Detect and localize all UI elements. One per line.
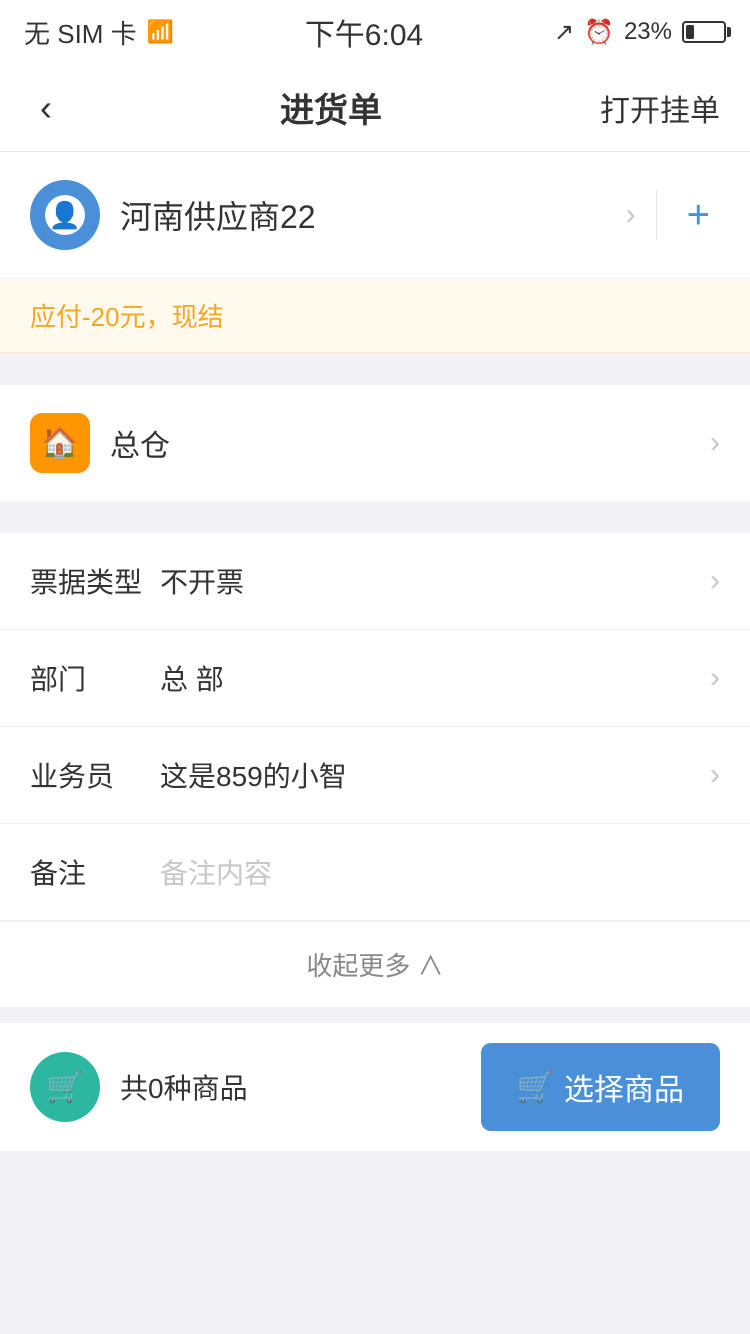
add-button[interactable]: + [677, 193, 720, 238]
dept-label: 部门 [30, 658, 160, 698]
notice-text: 应付-20元，现结 [30, 302, 224, 332]
nav-bar: ‹ 进货单 打开挂单 [0, 64, 750, 152]
form-card: 票据类型 不开票 › 部门 总 部 › 业务员 这是859的小智 › 备注 备注… [0, 533, 750, 1007]
product-icon-wrap: 🛒 [30, 1052, 100, 1122]
wifi-icon: 📶 [147, 19, 174, 45]
invoice-label: 票据类型 [30, 561, 160, 601]
warehouse-chevron-icon: › [710, 426, 720, 460]
remark-input[interactable]: 备注内容 [160, 852, 720, 892]
supplier-card: 👤 河南供应商22 › + 应付-20元，现结 [0, 152, 750, 353]
supplier-name: 河南供应商22 [120, 192, 626, 238]
house-icon: 🏠 [41, 426, 78, 461]
status-bar: 无 SIM 卡 📶 下午6:04 ↗ ⏰ 23% [0, 0, 750, 64]
content: 👤 河南供应商22 › + 应付-20元，现结 🏠 总仓 › [0, 152, 750, 1151]
remark-row[interactable]: 备注 备注内容 [0, 824, 750, 921]
avatar-inner: 👤 [45, 195, 85, 235]
warehouse-card[interactable]: 🏠 总仓 › [0, 385, 750, 501]
page-title: 进货单 [280, 83, 382, 132]
status-left: 无 SIM 卡 📶 [24, 14, 174, 51]
vertical-divider [656, 190, 657, 240]
select-product-button[interactable]: 🛒 选择商品 [481, 1043, 720, 1131]
salesperson-chevron-icon: › [710, 758, 720, 792]
battery-percent: 23% [624, 18, 672, 46]
open-pending-button[interactable]: 打开挂单 [600, 86, 720, 130]
collapse-button[interactable]: 收起更多 ∧ [0, 921, 750, 1007]
dept-value: 总 部 [160, 658, 710, 698]
warehouse-row[interactable]: 🏠 总仓 › [0, 385, 750, 501]
location-icon: ↗ [554, 18, 574, 47]
product-count: 共0种商品 [120, 1067, 481, 1107]
dept-row[interactable]: 部门 总 部 › [0, 630, 750, 727]
status-right: ↗ ⏰ 23% [554, 18, 726, 47]
invoice-chevron-icon: › [710, 564, 720, 598]
supplier-avatar: 👤 [30, 180, 100, 250]
person-icon: 👤 [49, 200, 81, 231]
warehouse-icon: 🏠 [30, 413, 90, 473]
supplier-right-icons: › + [626, 190, 720, 240]
cart-plus-icon: 🛒 [517, 1070, 554, 1105]
alarm-icon: ⏰ [584, 18, 614, 47]
battery-icon [682, 21, 726, 43]
invoice-row[interactable]: 票据类型 不开票 › [0, 533, 750, 630]
carrier-label: 无 SIM 卡 [24, 14, 137, 51]
supplier-chevron-icon: › [626, 198, 636, 232]
back-button[interactable]: ‹ [30, 77, 62, 139]
time-label: 下午6:04 [305, 10, 423, 54]
supplier-row[interactable]: 👤 河南供应商22 › + [0, 152, 750, 279]
collapse-label: 收起更多 ∧ [306, 946, 443, 983]
bottom-bar: 🛒 共0种商品 🛒 选择商品 [0, 1023, 750, 1151]
salesperson-row[interactable]: 业务员 这是859的小智 › [0, 727, 750, 824]
invoice-value: 不开票 [160, 561, 710, 601]
remark-label: 备注 [30, 852, 160, 892]
separator-2 [0, 517, 750, 533]
dept-chevron-icon: › [710, 661, 720, 695]
salesperson-label: 业务员 [30, 755, 160, 795]
salesperson-value: 这是859的小智 [160, 755, 710, 795]
separator-1 [0, 369, 750, 385]
notice-bar: 应付-20元，现结 [0, 279, 750, 353]
select-product-label: 选择商品 [564, 1065, 684, 1109]
warehouse-name: 总仓 [110, 421, 710, 465]
product-icon: 🛒 [46, 1070, 83, 1105]
